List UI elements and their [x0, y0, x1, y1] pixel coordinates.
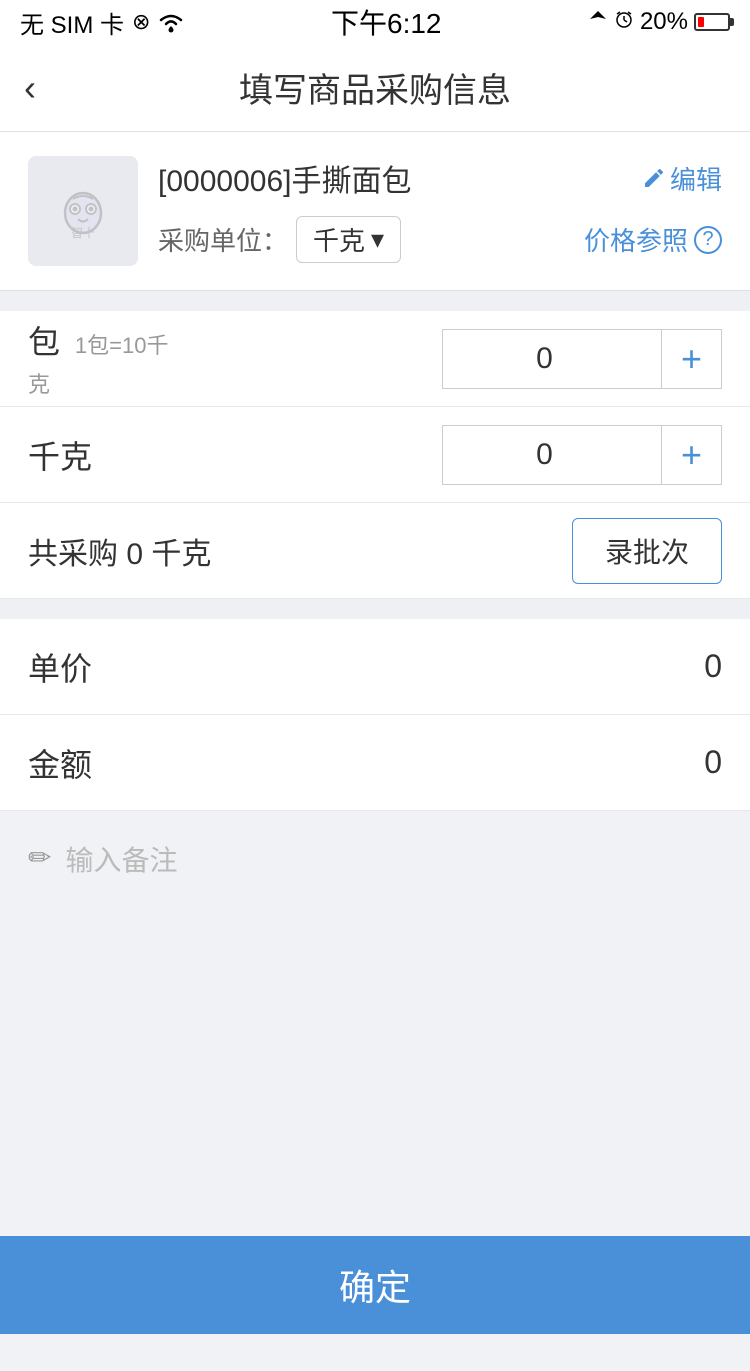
quantity-row-kg: 千克 + — [0, 407, 750, 503]
price-section: 单价 0 金额 0 — [0, 619, 750, 811]
product-image: 智十 — [28, 156, 138, 266]
help-icon: ? — [694, 226, 722, 254]
confirm-button[interactable]: 确定 — [0, 1236, 750, 1334]
page-title: 填写商品采购信息 — [239, 63, 511, 112]
quantity-section: 包 1包=10千克 + 千克 + — [0, 311, 750, 503]
price-reference-button[interactable]: 价格参照 ? — [584, 221, 722, 258]
qty-plus-kg[interactable]: + — [662, 425, 722, 485]
unit-price-label: 单价 — [28, 644, 92, 690]
qty-label-kg: 千克 — [28, 432, 188, 478]
price-row-unit: 单价 0 — [0, 619, 750, 715]
unit-label: 采购单位： — [158, 221, 288, 258]
quantity-row-bag: 包 1包=10千克 + — [0, 311, 750, 407]
unit-select[interactable]: 千克 ▾ — [296, 216, 401, 263]
dropdown-arrow-icon: ▾ — [371, 224, 384, 255]
record-batch-button[interactable]: 录批次 — [572, 518, 722, 584]
product-info: [0000006]手撕面包 编辑 采购单位： 千克 ▾ 价格参照 ? — [158, 156, 722, 263]
amount-label: 金额 — [28, 740, 92, 786]
status-left: 无 SIM 卡 ⊗ — [20, 5, 185, 40]
product-full-name: [0000006]手撕面包 — [158, 156, 411, 200]
section-divider-2 — [0, 599, 750, 619]
note-section[interactable]: ✏ 输入备注 — [0, 811, 750, 1071]
edit-button[interactable]: 编辑 — [642, 160, 722, 197]
product-name-row: [0000006]手撕面包 编辑 — [158, 156, 722, 200]
qty-input-kg[interactable] — [442, 425, 662, 485]
product-unit-row: 采购单位： 千克 ▾ 价格参照 ? — [158, 216, 722, 263]
qty-input-bag[interactable] — [442, 329, 662, 389]
qty-input-group-kg: + — [188, 425, 722, 485]
status-right: 20% — [588, 8, 730, 36]
total-row: 共采购 0 千克 录批次 — [0, 503, 750, 599]
nav-bar: ‹ 填写商品采购信息 — [0, 44, 750, 132]
note-placeholder: 输入备注 — [65, 839, 177, 879]
section-divider-1 — [0, 291, 750, 311]
location-icon — [588, 8, 608, 36]
unit-price-value: 0 — [704, 648, 722, 685]
total-label: 共采购 0 千克 — [28, 529, 211, 573]
qty-label-bag: 包 1包=10千克 — [28, 317, 188, 400]
battery-percent: 20% — [640, 8, 688, 36]
wifi-icon: ⊗ — [132, 9, 185, 35]
battery-icon — [694, 13, 730, 31]
status-time: 下午6:12 — [331, 2, 442, 42]
no-sim-text: 无 SIM 卡 — [20, 5, 124, 40]
amount-value: 0 — [704, 744, 722, 781]
svg-text:智十: 智十 — [71, 225, 95, 240]
qty-input-group-bag: + — [188, 329, 722, 389]
alarm-icon — [614, 8, 634, 36]
price-row-amount: 金额 0 — [0, 715, 750, 811]
back-button[interactable]: ‹ — [24, 67, 36, 109]
qty-plus-bag[interactable]: + — [662, 329, 722, 389]
product-card: 智十 [0000006]手撕面包 编辑 采购单位： 千克 ▾ 价格参照 — [0, 132, 750, 291]
pencil-icon: ✏ — [28, 841, 51, 874]
status-bar: 无 SIM 卡 ⊗ 下午6:12 20% — [0, 0, 750, 44]
